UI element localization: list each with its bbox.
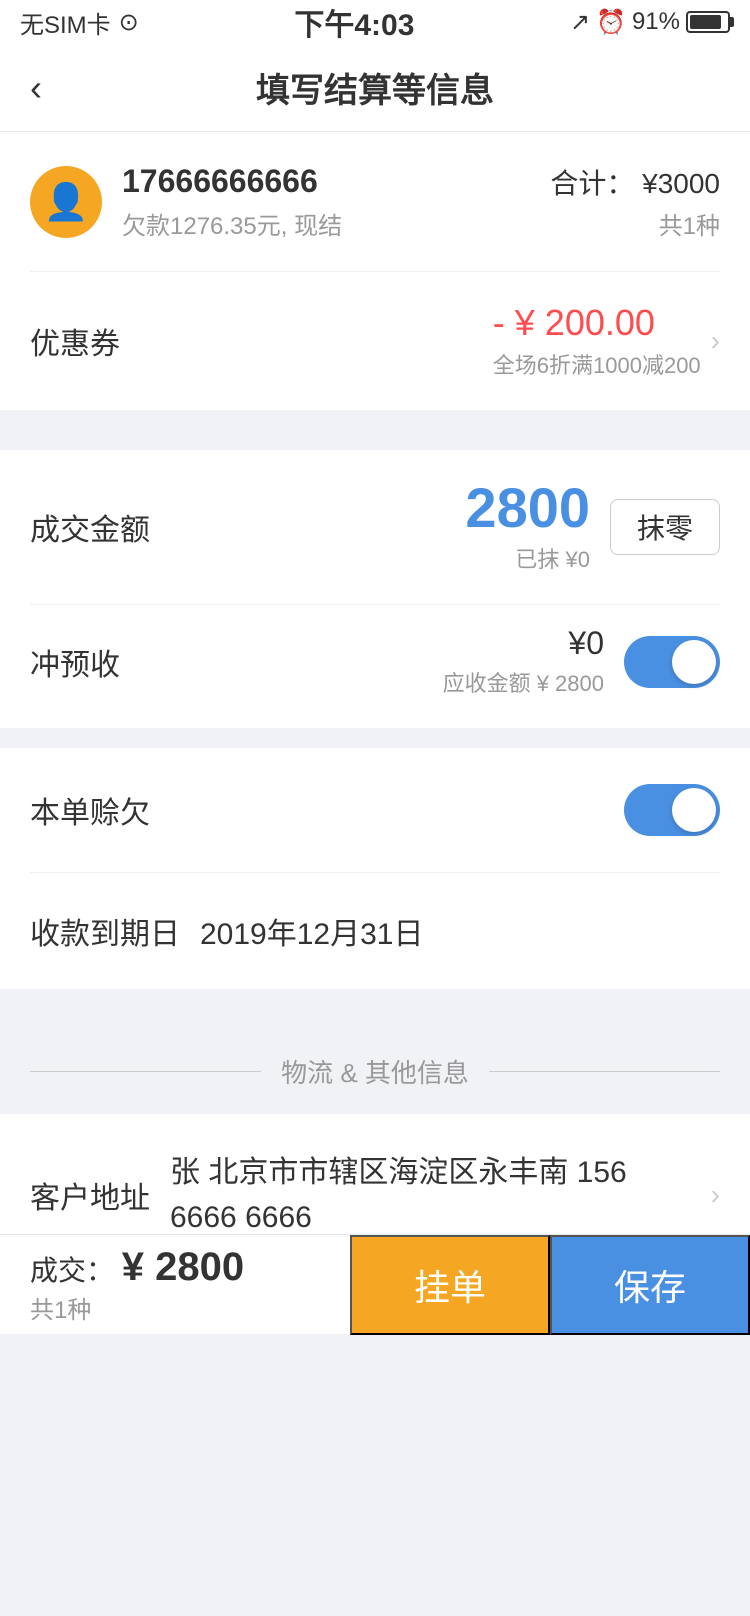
prepay-label: 冲预收: [30, 640, 120, 684]
toggle-knob: [672, 640, 716, 684]
avatar: 👤: [30, 166, 102, 238]
amount-value: 2800: [465, 480, 590, 536]
deal-summary-value: ¥ 2800: [122, 1245, 244, 1289]
customer-left: 👤 17666666666 欠款1276.35元, 现结: [30, 163, 342, 241]
coupon-desc: 全场6折满1000减200: [493, 348, 701, 380]
debt-card: 本单赊欠 收款到期日 2019年12月31日: [0, 748, 750, 989]
total-label: 合计：: [550, 168, 634, 199]
gray-separator-1: [0, 430, 750, 450]
address-value: 张 北京市市辖区海淀区永丰南 156 6666 6666: [170, 1150, 691, 1240]
total-count: 共1种: [550, 206, 720, 241]
hold-button[interactable]: 挂单: [350, 1235, 550, 1335]
sep-line-right: [489, 1071, 720, 1072]
amount-value-wrap: 2800 已抹 ¥0: [465, 480, 590, 574]
amount-row: 成交金额 2800 已抹 ¥0 抹零: [0, 450, 750, 604]
sep-text: 物流 & 其他信息: [281, 1053, 469, 1090]
due-value: 2019年12月31日: [200, 909, 423, 953]
debt-label: 本单赊欠: [30, 788, 150, 832]
amount-sub: 已抹 ¥0: [465, 542, 590, 574]
no-sim-label: 无SIM卡: [20, 5, 111, 40]
amount-card: 成交金额 2800 已抹 ¥0 抹零 冲预收 ¥0 应收金额 ¥ 2800: [0, 450, 750, 728]
deal-summary-row: 成交： ¥ 2800: [30, 1245, 320, 1290]
deal-count: 共1种: [30, 1290, 320, 1325]
coupon-row[interactable]: 优惠券 - ¥ 200.00 全场6折满1000减200 ›: [0, 272, 750, 410]
status-time: 下午4:03: [294, 0, 414, 44]
location-icon: ↗: [570, 8, 590, 37]
status-bar: 无SIM卡 ⊙ 下午4:03 ↗ ⏰ 91%: [0, 0, 750, 44]
gray-separator-3: [0, 1009, 750, 1029]
prepay-amount-bottom: 应收金额 ¥ 2800: [443, 666, 604, 698]
avatar-icon: 👤: [44, 181, 89, 223]
sep-line-left: [30, 1071, 261, 1072]
prepay-amount-top: ¥0: [443, 625, 604, 662]
customer-phone: 17666666666: [122, 163, 342, 200]
status-left: 无SIM卡 ⊙: [20, 5, 139, 40]
customer-right: 合计： ¥3000 共1种: [550, 162, 720, 241]
debt-toggle-knob: [672, 788, 716, 832]
nav-bar: ‹ 填写结算等信息: [0, 44, 750, 132]
section-separator: 物流 & 其他信息: [0, 1029, 750, 1114]
wifi-icon: ⊙: [119, 8, 139, 37]
prepay-amount: ¥0 应收金额 ¥ 2800: [443, 625, 604, 698]
coupon-label: 优惠券: [30, 319, 120, 363]
coupon-right: - ¥ 200.00 全场6折满1000减200 ›: [493, 302, 720, 380]
battery-percent: 91%: [632, 8, 680, 36]
address-label: 客户地址: [30, 1173, 150, 1217]
prepay-row: 冲预收 ¥0 应收金额 ¥ 2800: [0, 605, 750, 728]
round-button[interactable]: 抹零: [610, 499, 720, 555]
customer-info: 17666666666 欠款1276.35元, 现结: [122, 163, 342, 241]
amount-label: 成交金额: [30, 505, 150, 549]
back-button[interactable]: ‹: [30, 67, 42, 109]
debt-row: 本单赊欠: [0, 748, 750, 872]
amount-right: 2800 已抹 ¥0 抹零: [465, 480, 720, 574]
chevron-right-icon: ›: [711, 325, 720, 357]
bottom-spacer: [0, 1496, 750, 1616]
customer-card: 👤 17666666666 欠款1276.35元, 现结 合计： ¥3000 共…: [0, 132, 750, 410]
deal-summary-label: 成交：: [30, 1255, 114, 1286]
total-label-row: 合计： ¥3000: [550, 162, 720, 202]
prepay-right: ¥0 应收金额 ¥ 2800: [443, 625, 720, 698]
address-chevron-icon: ›: [711, 1179, 720, 1211]
bottom-bar: 成交： ¥ 2800 共1种 挂单 保存: [0, 1234, 750, 1334]
customer-row: 👤 17666666666 欠款1276.35元, 现结 合计： ¥3000 共…: [0, 132, 750, 271]
alarm-icon: ⏰: [596, 8, 626, 37]
coupon-amount: - ¥ 200.00: [493, 302, 701, 344]
status-right: ↗ ⏰ 91%: [570, 8, 730, 37]
page-title: 填写结算等信息: [256, 63, 494, 112]
total-value: ¥3000: [642, 168, 720, 199]
due-row: 收款到期日 2019年12月31日: [0, 873, 750, 989]
save-button[interactable]: 保存: [550, 1235, 750, 1335]
prepay-toggle[interactable]: [624, 636, 720, 688]
battery-icon: [686, 11, 730, 33]
due-label: 收款到期日: [30, 909, 180, 953]
coupon-info: - ¥ 200.00 全场6折满1000减200: [493, 302, 701, 380]
customer-debt: 欠款1276.35元, 现结: [122, 206, 342, 241]
debt-toggle[interactable]: [624, 784, 720, 836]
bottom-summary: 成交： ¥ 2800 共1种: [0, 1245, 350, 1325]
gray-separator-2: [0, 728, 750, 748]
